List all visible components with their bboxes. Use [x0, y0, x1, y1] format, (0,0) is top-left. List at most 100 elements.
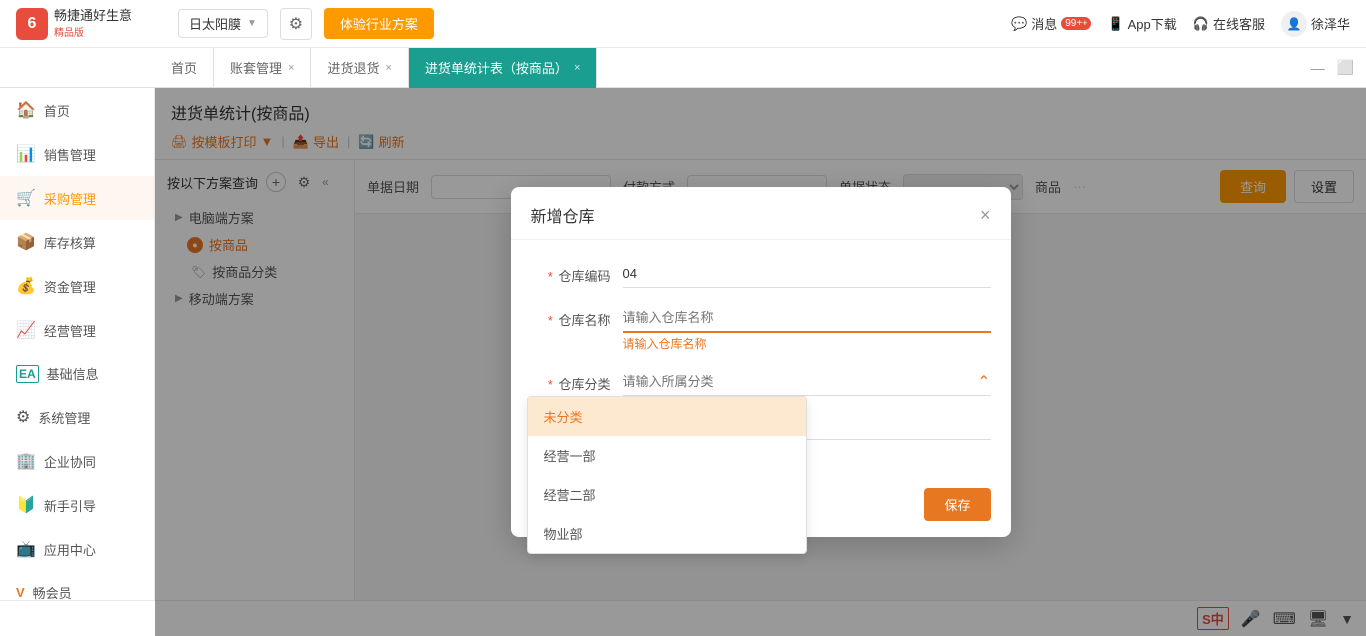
sidebar-item-app-center-label: 应用中心: [44, 540, 96, 559]
settings-button[interactable]: ⚙: [280, 8, 312, 40]
sidebar-item-guide-label: 新手引导: [44, 496, 96, 515]
sidebar-item-system[interactable]: ⚙ 系统管理: [0, 395, 154, 439]
name-field-container: 请输入仓库名称: [623, 304, 991, 352]
logo-char: 6: [28, 15, 37, 33]
name-label: * 仓库名称: [531, 304, 611, 329]
store-dropdown-arrow: ▼: [247, 18, 257, 29]
tab-accounts[interactable]: 账套管理 ×: [214, 48, 311, 88]
sidebar-item-system-label: 系统管理: [38, 408, 90, 427]
sidebar-item-management[interactable]: 📈 经营管理: [0, 308, 154, 352]
member-icon: V: [16, 585, 25, 600]
purchase-icon: 🛒: [16, 188, 36, 208]
tab-home-label: 首页: [171, 58, 197, 77]
tab-purchase-stats[interactable]: 进货单统计表（按商品） ×: [409, 48, 597, 88]
tab-bar: 首页 账套管理 × 进货退货 × 进货单统计表（按商品） × — ⬜: [0, 48, 1366, 88]
tab-home[interactable]: 首页: [155, 48, 214, 88]
logo-badge: 精品版: [54, 24, 132, 39]
dropdown-item-0[interactable]: 未分类: [528, 397, 806, 436]
tab-accounts-label: 账套管理: [230, 58, 282, 77]
main-layout: 🏠 首页 📊 销售管理 🛒 采购管理 📦 库存核算 💰 资金管理 📈 经营管理 …: [0, 88, 1366, 636]
content-area: 进货单统计(按商品) 🖨 按模板打印 ▼ | 📤 导出 | 🔄 刷新: [155, 88, 1366, 636]
inventory-icon: 📦: [16, 232, 36, 252]
user-item[interactable]: 👤 徐泽华: [1281, 11, 1350, 37]
home-icon: 🏠: [16, 100, 36, 120]
sidebar-item-home[interactable]: 🏠 首页: [0, 88, 154, 132]
message-label: 消息: [1031, 14, 1057, 33]
category-label: * 仓库分类: [531, 368, 611, 393]
category-dropdown: 未分类 经营一部 经营二部 物业部: [527, 396, 807, 554]
sidebar-item-management-label: 经营管理: [44, 321, 96, 340]
tab-minimize-icon[interactable]: —: [1307, 56, 1329, 80]
sidebar-item-basic-info-label: 基础信息: [47, 364, 99, 383]
name-field-row: * 仓库名称 请输入仓库名称: [531, 304, 991, 352]
name-error-msg: 请输入仓库名称: [623, 335, 991, 352]
category-input[interactable]: [623, 368, 991, 396]
tab-purchase-stats-label: 进货单统计表（按商品）: [425, 58, 568, 77]
sidebar-item-inventory[interactable]: 📦 库存核算: [0, 220, 154, 264]
sidebar-item-app-center[interactable]: 📺 应用中心: [0, 527, 154, 571]
sidebar-item-basic-info[interactable]: EA 基础信息: [0, 352, 154, 395]
sidebar-item-home-label: 首页: [44, 101, 70, 120]
gear-icon: ⚙: [289, 14, 303, 34]
store-selector[interactable]: 日太阳膜 ▼: [178, 9, 268, 38]
sidebar-item-purchase-label: 采购管理: [44, 189, 96, 208]
logo-text: 畅捷通好生意: [54, 8, 132, 25]
message-icon: 💬: [1011, 16, 1027, 32]
basic-info-icon: EA: [16, 365, 39, 383]
finance-icon: 💰: [16, 276, 36, 296]
sidebar-item-guide[interactable]: 🔰 新手引导: [0, 483, 154, 527]
sidebar-item-sales[interactable]: 📊 销售管理: [0, 132, 154, 176]
category-select-container: ⌃ 未分类 经营一部 经营二部 物业部: [623, 368, 991, 396]
dialog-close-button[interactable]: ×: [980, 205, 991, 226]
app-download-item[interactable]: 📱 App下载: [1107, 14, 1176, 33]
dropdown-item-2[interactable]: 经营二部: [528, 475, 806, 514]
logo-icon: 6: [16, 8, 48, 40]
top-bar: 6 畅捷通好生意 精品版 日太阳膜 ▼ ⚙ 体验行业方案 💬 消息 99++ 📱…: [0, 0, 1366, 48]
headset-icon: 🎧: [1193, 16, 1209, 32]
sales-icon: 📊: [16, 144, 36, 164]
modal-overlay: 新增仓库 × * 仓库编码 *: [155, 88, 1366, 636]
tab-actions: — ⬜: [1307, 55, 1366, 80]
dialog-body: * 仓库编码 * 仓库名称 请输入仓库名称: [511, 240, 1011, 476]
username: 徐泽华: [1311, 14, 1350, 33]
sidebar-item-enterprise-label: 企业协同: [44, 452, 96, 471]
sidebar: 🏠 首页 📊 销售管理 🛒 采购管理 📦 库存核算 💰 资金管理 📈 经营管理 …: [0, 88, 155, 636]
dialog-title: 新增仓库: [531, 203, 595, 227]
app-center-icon: 📺: [16, 539, 36, 559]
message-badge: 99++: [1061, 17, 1091, 30]
message-item[interactable]: 💬 消息 99++: [1011, 14, 1091, 33]
category-arrow[interactable]: ⌃: [977, 372, 990, 392]
enterprise-icon: 🏢: [16, 451, 36, 471]
phone-icon: 📱: [1107, 16, 1123, 32]
sidebar-item-inventory-label: 库存核算: [44, 233, 96, 252]
top-right-area: 💬 消息 99++ 📱 App下载 🎧 在线客服 👤 徐泽华: [1011, 11, 1350, 37]
dropdown-item-3[interactable]: 物业部: [528, 514, 806, 553]
avatar: 👤: [1281, 11, 1307, 37]
online-service-item[interactable]: 🎧 在线客服: [1193, 14, 1265, 33]
save-button[interactable]: 保存: [924, 488, 990, 521]
sidebar-item-purchase[interactable]: 🛒 采购管理: [0, 176, 154, 220]
tab-accounts-close[interactable]: ×: [288, 62, 294, 74]
sidebar-item-finance[interactable]: 💰 资金管理: [0, 264, 154, 308]
code-label: * 仓库编码: [531, 260, 611, 285]
code-field-row: * 仓库编码: [531, 260, 991, 288]
management-icon: 📈: [16, 320, 36, 340]
sidebar-item-sales-label: 销售管理: [44, 145, 96, 164]
online-service-label: 在线客服: [1213, 14, 1265, 33]
category-field-row: * 仓库分类 ⌃ 未分类 经营一部 经营二部 物业部: [531, 368, 991, 396]
logo-text-block: 畅捷通好生意 精品版: [54, 8, 132, 40]
sidebar-item-finance-label: 资金管理: [44, 277, 96, 296]
tab-purchase-return[interactable]: 进货退货 ×: [311, 48, 408, 88]
name-input[interactable]: [623, 304, 991, 333]
tab-purchase-stats-close[interactable]: ×: [574, 62, 580, 74]
store-name: 日太阳膜: [189, 14, 241, 33]
tab-expand-icon[interactable]: ⬜: [1333, 55, 1358, 80]
tab-purchase-return-close[interactable]: ×: [385, 62, 391, 74]
dropdown-item-1[interactable]: 经营一部: [528, 436, 806, 475]
code-input[interactable]: [623, 260, 991, 288]
sidebar-item-enterprise[interactable]: 🏢 企业协同: [0, 439, 154, 483]
add-warehouse-dialog: 新增仓库 × * 仓库编码 *: [511, 187, 1011, 537]
trial-button[interactable]: 体验行业方案: [324, 8, 434, 39]
app-download-label: App下载: [1128, 14, 1177, 33]
guide-icon: 🔰: [16, 495, 36, 515]
